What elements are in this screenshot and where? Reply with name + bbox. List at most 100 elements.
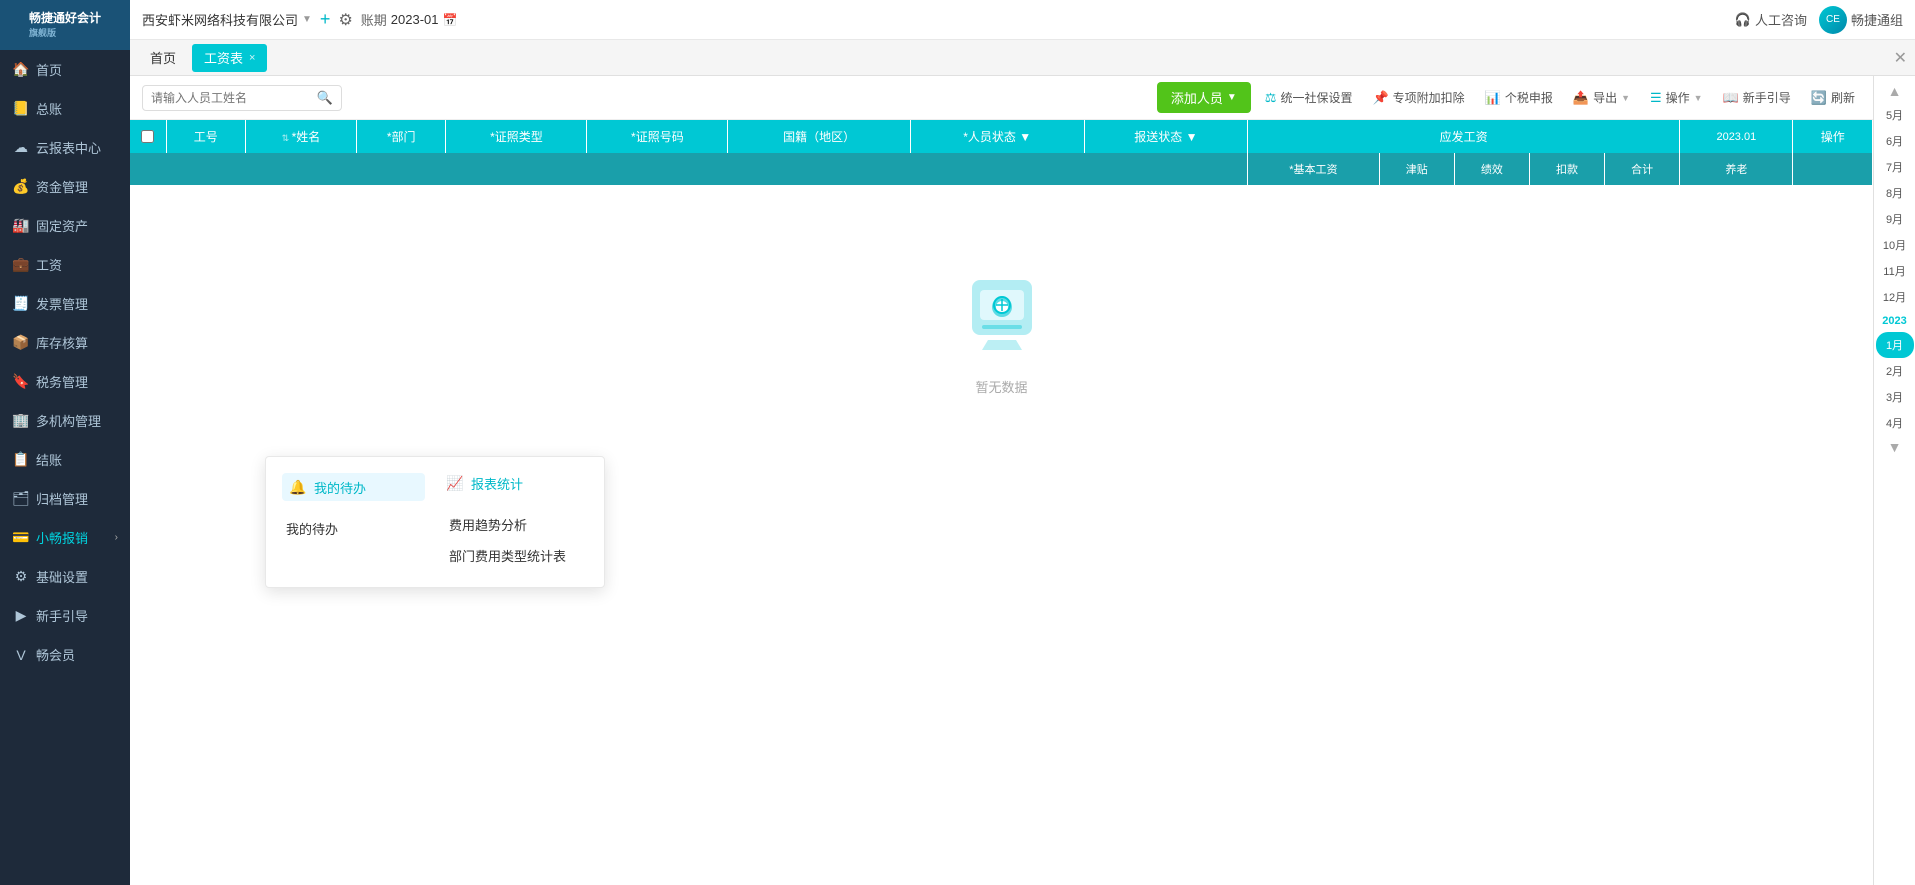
month-item-curr-4月[interactable]: 4月	[1876, 410, 1914, 436]
social-insurance-button[interactable]: ⚖ 统一社保设置	[1259, 85, 1359, 110]
col-checkbox[interactable]	[130, 120, 166, 153]
tab-close-all[interactable]: ✕	[1894, 48, 1907, 68]
col-person-status: *人员状态 ▼	[910, 120, 1084, 153]
sidebar-payroll-label: 工资	[36, 255, 62, 274]
user-name: 畅捷通组	[1851, 10, 1903, 29]
sidebar-item-closing[interactable]: 📋 结账	[0, 440, 130, 479]
month-item-curr-3月[interactable]: 3月	[1876, 384, 1914, 410]
empty-text: 暂无数据	[975, 377, 1027, 396]
content-toolbar: 🔍 添加人员 ▼ ⚖ 统一社保设置 📌 专项附加扣除 📊 个税申报	[130, 76, 1873, 120]
month-item-8月[interactable]: 8月	[1876, 180, 1914, 206]
col-should-pay: 应发工资	[1248, 120, 1680, 153]
sidebar-basic-settings-label: 基础设置	[36, 567, 88, 586]
add-company-button[interactable]: +	[320, 9, 331, 30]
month-item-7月[interactable]: 7月	[1876, 154, 1914, 180]
sidebar-cloud-report-icon: ☁	[12, 139, 30, 157]
popup-col1-title[interactable]: 🔔 我的待办	[282, 473, 425, 501]
popup-item-report-0[interactable]: 费用趋势分析	[445, 509, 588, 540]
sidebar-item-fund[interactable]: 💰 资金管理	[0, 167, 130, 206]
month-item-9月[interactable]: 9月	[1876, 206, 1914, 232]
sidebar-multi-org-icon: 🏢	[12, 412, 30, 430]
popup-item-report-1[interactable]: 部门费用类型统计表	[445, 540, 588, 571]
settings-icon[interactable]: ⚙	[338, 10, 352, 30]
pending-icon: 🔔	[288, 477, 308, 497]
sidebar-tax-icon: 🔖	[12, 373, 30, 391]
add-person-button[interactable]: 添加人员 ▼	[1157, 82, 1251, 113]
sidebar-item-inventory[interactable]: 📦 库存核算	[0, 323, 130, 362]
select-all-checkbox[interactable]	[141, 130, 154, 143]
guide-label: 新手引导	[1743, 89, 1791, 106]
topbar-right: 🎧 人工咨询 CE 畅捷通组	[1735, 6, 1903, 34]
user-profile[interactable]: CE 畅捷通组	[1819, 6, 1903, 34]
tab-home[interactable]: 首页	[138, 44, 188, 72]
search-input[interactable]	[151, 91, 311, 105]
sidebar-item-basic-settings[interactable]: ⚙ 基础设置	[0, 557, 130, 596]
sidebar-item-archive[interactable]: 🗂 归档管理	[0, 479, 130, 518]
sidebar-item-tax[interactable]: 🔖 税务管理	[0, 362, 130, 401]
tab-wage-close[interactable]: ×	[249, 52, 255, 64]
month-panel-down[interactable]: ▼	[1885, 436, 1905, 458]
personal-tax-label: 个税申报	[1505, 89, 1553, 106]
col-id-type: *证照类型	[446, 120, 587, 153]
operations-button[interactable]: ☰ 操作 ▼	[1644, 85, 1709, 110]
sidebar-item-multi-org[interactable]: 🏢 多机构管理	[0, 401, 130, 440]
person-status-filter-icon[interactable]: ▼	[1019, 130, 1031, 144]
month-item-curr-2月[interactable]: 2月	[1876, 358, 1914, 384]
sidebar-fund-icon: 💰	[12, 178, 30, 196]
sidebar-xiaochang-icon: 💳	[12, 529, 30, 547]
tabs: 首页 工资表 ×	[138, 44, 267, 72]
sidebar-fixed-assets-label: 固定资产	[36, 216, 88, 235]
sidebar-item-payroll[interactable]: 💼 工资	[0, 245, 130, 284]
sidebar-fixed-assets-icon: 🏭	[12, 217, 30, 235]
company-name: 西安虾米网络科技有限公司	[142, 10, 298, 29]
month-item-10月[interactable]: 10月	[1876, 232, 1914, 258]
support-icon: 🎧	[1735, 12, 1751, 28]
company-selector[interactable]: 西安虾米网络科技有限公司 ▼	[142, 10, 312, 29]
popup-col2-title[interactable]: 📈 报表统计	[445, 473, 588, 497]
refresh-button[interactable]: 🔄 刷新	[1805, 85, 1861, 110]
sidebar-item-home[interactable]: 🏠 首页	[0, 50, 130, 89]
sidebar-closing-label: 结账	[36, 450, 62, 469]
tab-wage-label: 工资表	[204, 48, 243, 67]
sidebar-item-ledger[interactable]: 📒 总账	[0, 89, 130, 128]
personal-tax-button[interactable]: 📊 个税申报	[1479, 85, 1559, 110]
sidebar-archive-icon: 🗂	[12, 490, 30, 508]
operations-icon: ☰	[1650, 90, 1662, 106]
social-insurance-icon: ⚖	[1265, 90, 1277, 106]
month-panel-up[interactable]: ▲	[1885, 80, 1905, 102]
tab-wage[interactable]: 工资表 ×	[192, 44, 267, 72]
add-person-chevron: ▼	[1227, 92, 1237, 103]
sidebar-item-invoice[interactable]: 🧾 发票管理	[0, 284, 130, 323]
sidebar-item-vip[interactable]: V 畅会员	[0, 635, 130, 674]
sidebar-item-xiaochang[interactable]: 💳 小畅报销 ›	[0, 518, 130, 557]
tabbar: 首页 工资表 × ✕	[130, 40, 1915, 76]
report-status-filter-icon[interactable]: ▼	[1186, 130, 1198, 144]
col-nationality: 国籍（地区）	[728, 120, 910, 153]
popup-item-pending[interactable]: 我的待办	[282, 513, 425, 544]
sidebar-arrow: ›	[115, 532, 118, 543]
special-deduct-label: 专项附加扣除	[1393, 89, 1465, 106]
search-box[interactable]: 🔍	[142, 85, 342, 111]
sidebar-item-cloud-report[interactable]: ☁ 云报表中心	[0, 128, 130, 167]
month-item-12月[interactable]: 12月	[1876, 284, 1914, 310]
special-deduct-button[interactable]: 📌 专项附加扣除	[1366, 85, 1470, 110]
support-button[interactable]: 🎧 人工咨询	[1735, 10, 1807, 29]
logo-sub: 旗舰版	[29, 26, 101, 39]
period-calendar-icon[interactable]: 📅	[443, 13, 458, 27]
sidebar-home-icon: 🏠	[12, 61, 30, 79]
user-avatar: CE	[1819, 6, 1847, 34]
operations-label: 操作	[1666, 89, 1690, 106]
month-item-11月[interactable]: 11月	[1876, 258, 1914, 284]
col-op	[1793, 153, 1873, 185]
tab-home-label: 首页	[150, 48, 176, 67]
month-item-6月[interactable]: 6月	[1876, 128, 1914, 154]
export-button[interactable]: 📤 导出 ▼	[1567, 85, 1636, 110]
popup-col1: 🔔 我的待办 我的待办	[282, 473, 425, 571]
export-label: 导出	[1593, 89, 1617, 106]
sidebar-item-fixed-assets[interactable]: 🏭 固定资产	[0, 206, 130, 245]
period-value: 2023-01	[391, 12, 439, 27]
sidebar-item-guide[interactable]: ▶ 新手引导	[0, 596, 130, 635]
month-item-curr-1月[interactable]: 1月	[1876, 332, 1914, 358]
guide-button[interactable]: 📖 新手引导	[1717, 85, 1797, 110]
month-item-5月[interactable]: 5月	[1876, 102, 1914, 128]
